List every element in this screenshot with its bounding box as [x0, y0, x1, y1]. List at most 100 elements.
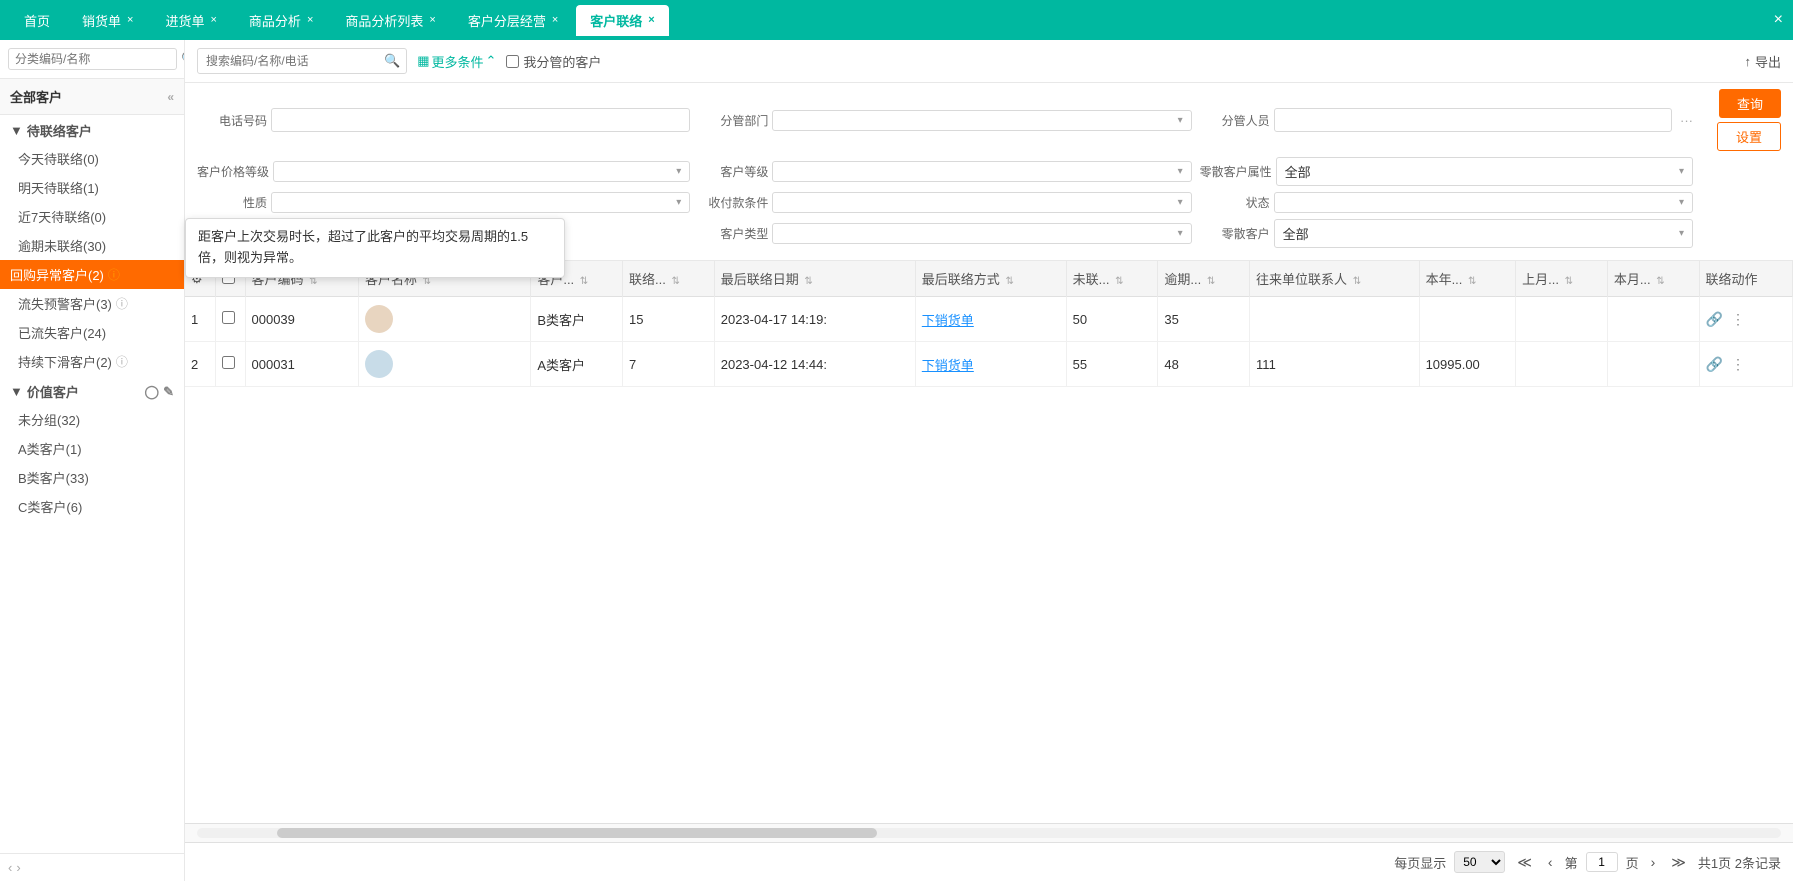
sparse-customer-select[interactable]: 全部 ▾: [1274, 219, 1693, 248]
nav-close-product-list[interactable]: ×: [429, 14, 435, 26]
filter-icon: ▦: [417, 53, 429, 69]
next-page-btn[interactable]: ›: [1647, 852, 1660, 872]
status-select[interactable]: ▾: [1274, 192, 1693, 213]
value-customer-edit-icon[interactable]: ✎: [163, 384, 174, 400]
per-page-select[interactable]: 50 100 200: [1454, 851, 1505, 873]
sidebar-section-pending[interactable]: ▼ 待联络客户: [0, 115, 184, 144]
sidebar-item-tomorrow[interactable]: 明天待联络(1): [0, 173, 184, 202]
row2-last-method[interactable]: 下销货单: [915, 342, 1066, 387]
row1-more-icon[interactable]: ⋮: [1731, 311, 1745, 328]
th-overdue-sort[interactable]: ⇅: [1207, 276, 1215, 287]
dept-select[interactable]: ▾: [772, 110, 1191, 131]
sidebar-item-type-a[interactable]: A类客户(1): [0, 434, 184, 463]
declining-info-icon[interactable]: ⓘ: [116, 353, 128, 370]
row2-actions: 🔗 ⋮: [1699, 342, 1792, 387]
th-last-method-label: 最后联络方式: [922, 272, 1000, 287]
sidebar-item-type-c[interactable]: C类客户(6): [0, 492, 184, 521]
sidebar-item-declining[interactable]: 持续下滑客户(2) ⓘ: [0, 347, 184, 376]
sidebar-item-rebuy-abnormal[interactable]: 回购异常客户(2) ⓘ: [0, 260, 184, 289]
nav-label-sales: 销货单: [82, 11, 121, 30]
sidebar-item-week[interactable]: 近7天待联络(0): [0, 202, 184, 231]
horizontal-scroll-bar[interactable]: [185, 823, 1793, 842]
status-label: 状态: [1200, 194, 1270, 211]
nav-item-customer-contact[interactable]: 客户联络 ×: [576, 5, 668, 36]
row1-link-icon[interactable]: 🔗: [1706, 311, 1723, 328]
th-name-sort[interactable]: ⇅: [423, 276, 431, 287]
th-overdue: 逾期... ⇅: [1158, 261, 1250, 297]
customer-type-select[interactable]: ▾: [772, 223, 1191, 244]
row1-this-month: [1607, 297, 1699, 342]
phone-input[interactable]: [271, 108, 690, 132]
query-button[interactable]: 查询: [1719, 89, 1781, 118]
nav-item-purchase[interactable]: 进货单 ×: [151, 5, 230, 36]
nav-close-product-analysis[interactable]: ×: [307, 14, 313, 26]
nav-item-customer-layer[interactable]: 客户分层经营 ×: [454, 5, 572, 36]
payment-select[interactable]: ▾: [772, 192, 1191, 213]
scroll-thumb[interactable]: [277, 828, 877, 838]
manager-input[interactable]: [1274, 108, 1672, 132]
row1-last-method[interactable]: 下销货单: [915, 297, 1066, 342]
tooltip-box: 距客户上次交易时长，超过了此客户的平均交易周期的1.5倍，则视为异常。: [185, 218, 565, 278]
th-company-contact-sort[interactable]: ⇅: [1353, 276, 1361, 287]
nav-close-purchase[interactable]: ×: [210, 14, 216, 26]
nav-item-home[interactable]: 首页: [10, 5, 64, 36]
nav-close-sales[interactable]: ×: [127, 14, 133, 26]
th-last-method-sort[interactable]: ⇅: [1005, 276, 1013, 287]
nav-item-product-analysis[interactable]: 商品分析 ×: [235, 5, 327, 36]
search-button[interactable]: 🔍: [378, 49, 406, 73]
filter-cell-sparse-customer: 零散客户 全部 ▾: [1200, 219, 1693, 248]
th-last-date-sort[interactable]: ⇅: [804, 276, 812, 287]
row2-select-checkbox[interactable]: [222, 356, 235, 369]
sidebar-collapse-btn[interactable]: «: [167, 90, 174, 104]
th-last-month-sort[interactable]: ⇅: [1565, 276, 1573, 287]
last-page-btn[interactable]: ≫: [1667, 852, 1690, 873]
nav-item-sales[interactable]: 销货单 ×: [68, 5, 147, 36]
close-all-tabs[interactable]: ×: [1774, 11, 1783, 29]
export-btn[interactable]: ↑ 导出: [1744, 52, 1781, 71]
week-label: 近7天待联络(0): [18, 210, 106, 225]
my-customer-checkbox[interactable]: [506, 55, 519, 68]
price-level-select[interactable]: ▾: [273, 161, 690, 182]
sidebar-item-overdue[interactable]: 逾期未联络(30): [0, 231, 184, 260]
th-customer-type-sort[interactable]: ⇅: [580, 276, 588, 287]
row1-select-checkbox[interactable]: [222, 311, 235, 324]
my-customer-label: 我分管的客户: [523, 52, 601, 71]
sidebar-item-ungrouped[interactable]: 未分组(32): [0, 405, 184, 434]
page-number-input[interactable]: [1586, 852, 1618, 872]
nav-close-customer-contact[interactable]: ×: [648, 14, 654, 26]
sidebar-bottom-left-icon[interactable]: ‹: [8, 860, 12, 875]
filter-cell-manager: 分管人员 ···: [1200, 108, 1693, 132]
customer-level-select[interactable]: ▾: [772, 161, 1191, 182]
row1-customer-type: B类客户: [531, 297, 623, 342]
nav-item-product-list[interactable]: 商品分析列表 ×: [331, 5, 449, 36]
search-input[interactable]: [198, 50, 378, 72]
sparse-attr-select[interactable]: 全部 ▾: [1276, 157, 1693, 186]
more-conditions-btn[interactable]: ▦ 更多条件 ⌃: [417, 52, 496, 71]
loss-warning-info-icon[interactable]: ⓘ: [116, 295, 128, 312]
rebuy-info-icon[interactable]: ⓘ: [108, 266, 120, 283]
nature-select[interactable]: ▾: [271, 192, 690, 213]
th-contact-count-sort[interactable]: ⇅: [672, 276, 680, 287]
sidebar-search-input[interactable]: [8, 48, 177, 70]
th-no-contact-sort[interactable]: ⇅: [1115, 276, 1123, 287]
setting-button[interactable]: 设置: [1717, 122, 1781, 151]
th-code-sort[interactable]: ⇅: [309, 276, 317, 287]
th-this-year-sort[interactable]: ⇅: [1468, 276, 1476, 287]
value-customer-settings-icon[interactable]: ◯: [145, 384, 160, 400]
row2-more-icon[interactable]: ⋮: [1731, 356, 1745, 373]
th-this-month-sort[interactable]: ⇅: [1656, 276, 1664, 287]
sidebar-item-loss-warning[interactable]: 流失预警客户(3) ⓘ: [0, 289, 184, 318]
tooltip-text: 距客户上次交易时长，超过了此客户的平均交易周期的1.5倍，则视为异常。: [198, 229, 528, 265]
sparse-customer-arrow: ▾: [1679, 228, 1684, 239]
sidebar-item-lost[interactable]: 已流失客户(24): [0, 318, 184, 347]
row2-link-icon[interactable]: 🔗: [1706, 356, 1723, 373]
manager-dots[interactable]: ···: [1680, 113, 1693, 128]
prev-page-btn[interactable]: ‹: [1544, 852, 1557, 872]
sidebar-item-today[interactable]: 今天待联络(0): [0, 144, 184, 173]
sidebar-item-type-b[interactable]: B类客户(33): [0, 463, 184, 492]
nav-close-customer-layer[interactable]: ×: [552, 14, 558, 26]
table-footer: 每页显示 50 100 200 ≪ ‹ 第 页 › ≫ 共1页 2条记录: [185, 842, 1793, 881]
first-page-btn[interactable]: ≪: [1513, 852, 1536, 873]
customer-level-label: 客户等级: [698, 163, 768, 180]
sidebar-bottom-right-icon[interactable]: ›: [16, 860, 20, 875]
